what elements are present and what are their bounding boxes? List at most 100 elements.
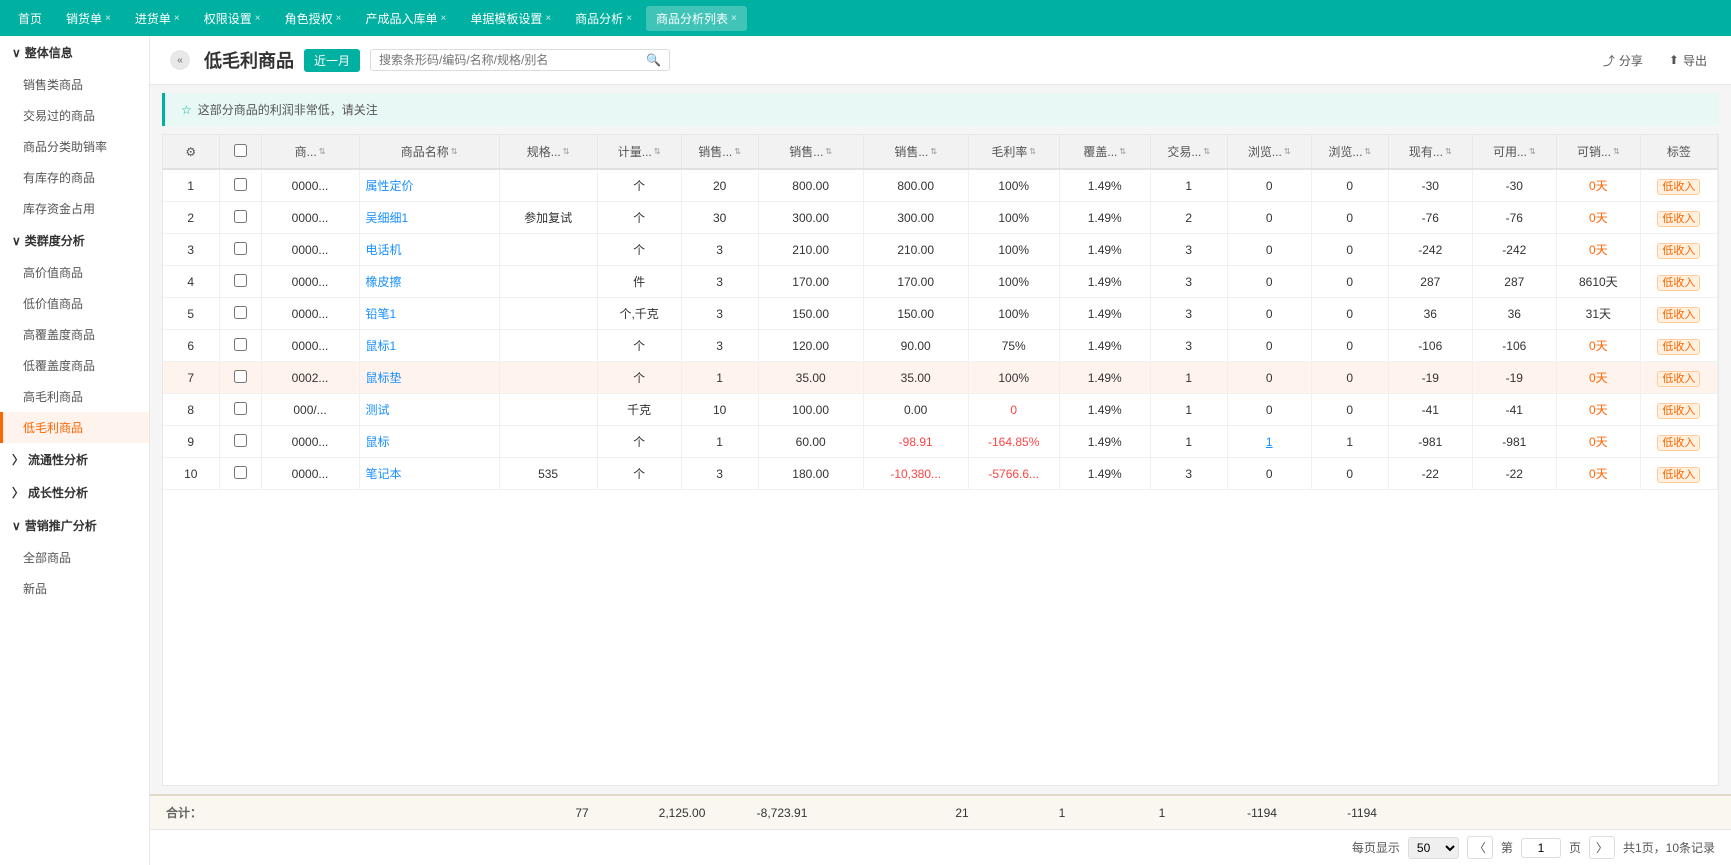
search-input[interactable] (379, 53, 641, 67)
close-icon[interactable]: × (255, 13, 261, 24)
row-product-name[interactable]: 属性定价 (359, 169, 499, 202)
th-browse2[interactable]: 浏览...⇅ (1311, 135, 1388, 169)
row-checkbox[interactable] (219, 202, 261, 234)
sidebar-item-in-stock[interactable]: 有库存的商品 (0, 162, 149, 193)
search-icon[interactable]: 🔍 (646, 53, 661, 67)
period-button[interactable]: 近一月 (304, 49, 360, 72)
row-checkbox[interactable] (219, 426, 261, 458)
th-unit[interactable]: 计量...⇅ (597, 135, 681, 169)
sidebar-item-high-value[interactable]: 高价值商品 (0, 257, 149, 288)
row-select-checkbox[interactable] (234, 178, 247, 191)
close-icon[interactable]: × (336, 13, 342, 24)
th-cover-rate[interactable]: 覆盖...⇅ (1059, 135, 1150, 169)
th-available-stock[interactable]: 可用...⇅ (1472, 135, 1556, 169)
row-checkbox[interactable] (219, 362, 261, 394)
row-browse1[interactable]: 1 (1227, 426, 1311, 458)
sidebar-item-low-coverage[interactable]: 低覆盖度商品 (0, 350, 149, 381)
sidebar-section-marketing[interactable]: ∨ 营销推广分析 (0, 509, 149, 542)
nav-product-analysis[interactable]: 商品分析 × (565, 6, 642, 31)
row-product-name[interactable]: 电话机 (359, 234, 499, 266)
nav-template-settings[interactable]: 单据模板设置 × (460, 6, 561, 31)
row-select-checkbox[interactable] (234, 434, 247, 447)
th-sales-qty[interactable]: 销售...⇅ (681, 135, 758, 169)
th-product-name[interactable]: 商品名称⇅ (359, 135, 499, 169)
export-button[interactable]: ⬆ 导出 (1661, 48, 1715, 73)
close-icon[interactable]: × (545, 13, 551, 24)
close-icon[interactable]: × (731, 13, 737, 24)
row-select-checkbox[interactable] (234, 338, 247, 351)
nav-purchase-order[interactable]: 进货单 × (125, 6, 190, 31)
th-current-stock[interactable]: 现有...⇅ (1388, 135, 1472, 169)
sidebar-section-growth[interactable]: 〉 成长性分析 (0, 476, 149, 509)
row-product-name[interactable]: 鼠标 (359, 426, 499, 458)
row-checkbox[interactable] (219, 169, 261, 202)
sidebar-item-new-products[interactable]: 新品 (0, 573, 149, 604)
sidebar-section-liquidity[interactable]: 〉 流通性分析 (0, 443, 149, 476)
select-all-checkbox[interactable] (234, 144, 247, 157)
sidebar-section-cluster[interactable]: ∨ 类群度分析 (0, 224, 149, 257)
row-browse1[interactable]: 0 (1227, 394, 1311, 426)
th-tag[interactable]: 标签 (1640, 135, 1717, 169)
next-page-button[interactable]: 〉 (1589, 836, 1615, 859)
row-product-name[interactable]: 吴细细1 (359, 202, 499, 234)
row-product-name[interactable]: 鼠标垫 (359, 362, 499, 394)
nav-product-entry[interactable]: 产成品入库单 × (355, 6, 456, 31)
row-checkbox[interactable] (219, 298, 261, 330)
th-settings[interactable]: ⚙ (163, 135, 219, 169)
row-product-name[interactable]: 笔记本 (359, 458, 499, 490)
row-checkbox[interactable] (219, 458, 261, 490)
th-checkbox[interactable] (219, 135, 261, 169)
th-spec[interactable]: 规格...⇅ (499, 135, 597, 169)
close-icon[interactable]: × (105, 13, 111, 24)
row-checkbox[interactable] (219, 394, 261, 426)
row-browse1[interactable]: 0 (1227, 362, 1311, 394)
row-checkbox[interactable] (219, 330, 261, 362)
th-sales-amt[interactable]: 销售...⇅ (758, 135, 863, 169)
row-browse1[interactable]: 0 (1227, 202, 1311, 234)
row-product-name[interactable]: 鼠标1 (359, 330, 499, 362)
row-select-checkbox[interactable] (234, 274, 247, 287)
sidebar-item-high-margin[interactable]: 高毛利商品 (0, 381, 149, 412)
nav-role-auth[interactable]: 角色授权 × (275, 6, 352, 31)
close-icon[interactable]: × (626, 13, 632, 24)
close-icon[interactable]: × (440, 13, 446, 24)
row-browse1[interactable]: 0 (1227, 234, 1311, 266)
th-gross-rate[interactable]: 毛利率⇅ (968, 135, 1059, 169)
sidebar-item-low-margin[interactable]: 低毛利商品 (0, 412, 149, 443)
nav-sales-order[interactable]: 销货单 × (56, 6, 121, 31)
per-page-select[interactable]: 50 20 100 (1408, 837, 1459, 859)
current-page-input[interactable] (1521, 838, 1561, 858)
row-browse1[interactable]: 0 (1227, 266, 1311, 298)
nav-product-analysis-list[interactable]: 商品分析列表 × (646, 6, 747, 31)
row-select-checkbox[interactable] (234, 466, 247, 479)
sidebar-item-stock-capital[interactable]: 库存资金占用 (0, 193, 149, 224)
sidebar-item-category-sales-rate[interactable]: 商品分类助销率 (0, 131, 149, 162)
th-code[interactable]: 商...⇅ (261, 135, 359, 169)
th-browse1[interactable]: 浏览...⇅ (1227, 135, 1311, 169)
prev-page-button[interactable]: 〈 (1467, 836, 1493, 859)
row-select-checkbox[interactable] (234, 370, 247, 383)
close-icon[interactable]: × (174, 13, 180, 24)
th-saleable-days[interactable]: 可销...⇅ (1556, 135, 1640, 169)
sidebar-item-all-products[interactable]: 全部商品 (0, 542, 149, 573)
row-browse1[interactable]: 0 (1227, 298, 1311, 330)
row-browse1[interactable]: 0 (1227, 169, 1311, 202)
sidebar-item-traded-products[interactable]: 交易过的商品 (0, 100, 149, 131)
row-select-checkbox[interactable] (234, 306, 247, 319)
sidebar-item-high-coverage[interactable]: 高覆盖度商品 (0, 319, 149, 350)
sidebar-item-sales-products[interactable]: 销售类商品 (0, 69, 149, 100)
collapse-sidebar-button[interactable]: « (170, 50, 190, 70)
row-checkbox[interactable] (219, 234, 261, 266)
nav-permission-settings[interactable]: 权限设置 × (194, 6, 271, 31)
row-checkbox[interactable] (219, 266, 261, 298)
share-button[interactable]: ⤴ 分享 (1595, 48, 1651, 73)
row-product-name[interactable]: 橡皮擦 (359, 266, 499, 298)
th-trade[interactable]: 交易...⇅ (1150, 135, 1227, 169)
sidebar-item-low-value[interactable]: 低价值商品 (0, 288, 149, 319)
row-select-checkbox[interactable] (234, 210, 247, 223)
row-product-name[interactable]: 铅笔1 (359, 298, 499, 330)
row-select-checkbox[interactable] (234, 242, 247, 255)
row-select-checkbox[interactable] (234, 402, 247, 415)
sidebar-section-overall[interactable]: ∨ 整体信息 (0, 36, 149, 69)
th-sales-profit[interactable]: 销售...⇅ (863, 135, 968, 169)
